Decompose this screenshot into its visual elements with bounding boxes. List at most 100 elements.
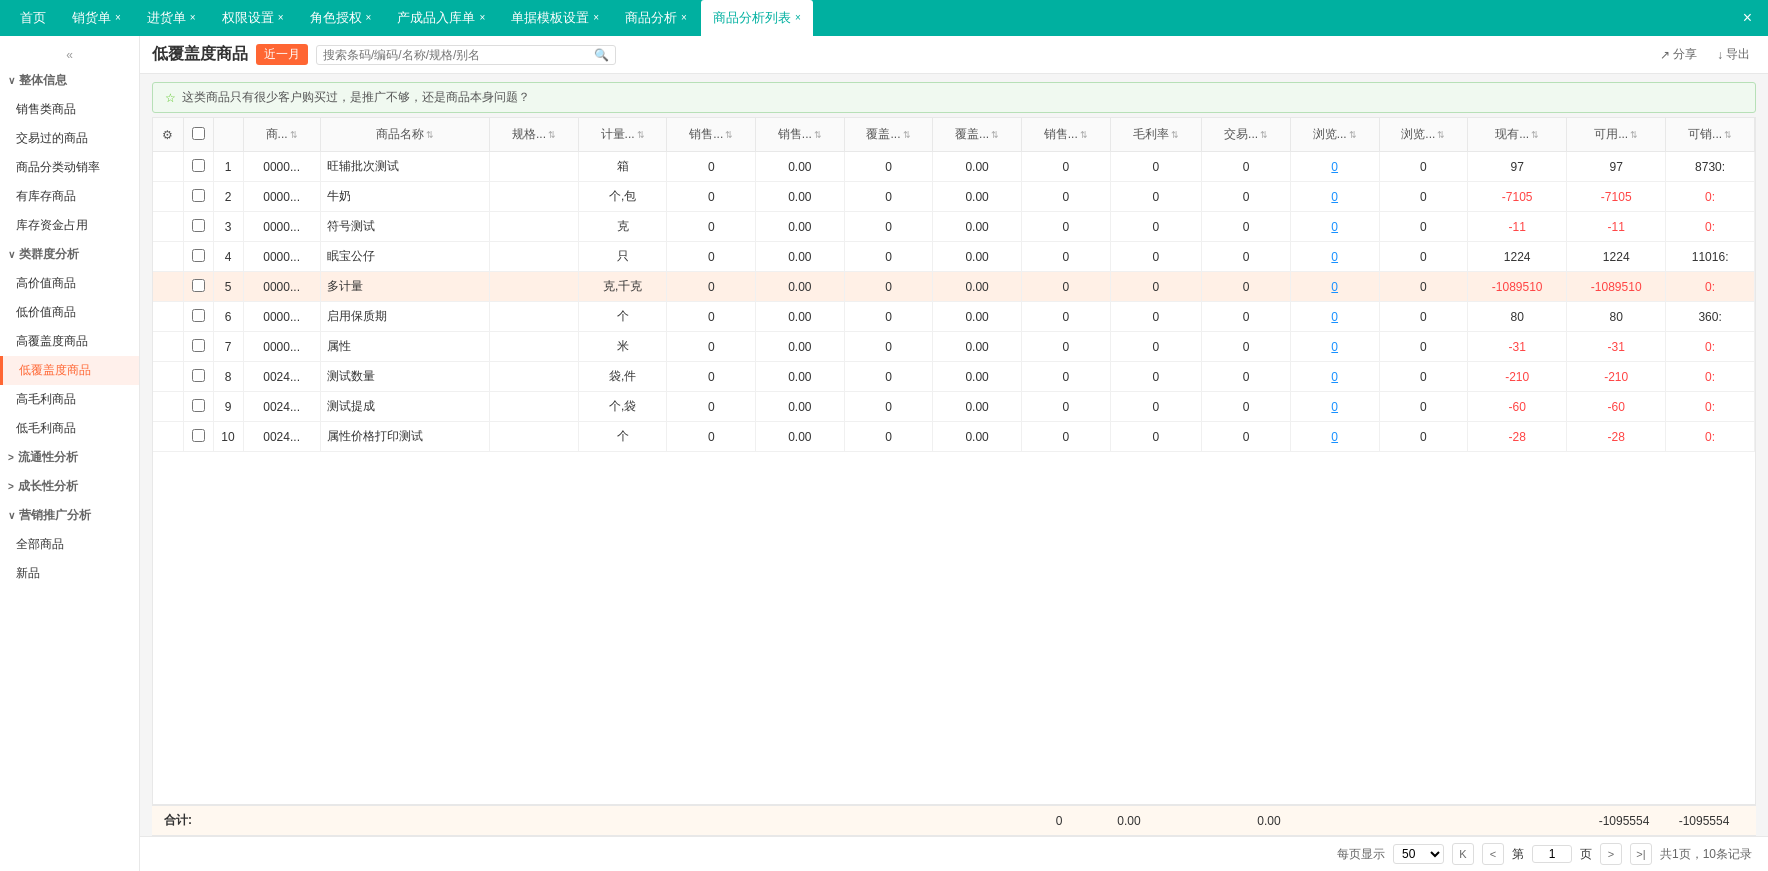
table-cell[interactable] [183,242,213,272]
table-cell: 0 [1202,242,1291,272]
col-trade[interactable]: 交易...⇅ [1202,118,1291,152]
col-browse1[interactable]: 浏览...⇅ [1290,118,1379,152]
col-sales-qty[interactable]: 销售...⇅ [667,118,756,152]
nav-item-template[interactable]: 单据模板设置 × [499,0,611,36]
period-button[interactable]: 近一月 [256,44,308,65]
table-cell: 牛奶 [320,182,489,212]
col-code[interactable]: 商...⇅ [243,118,320,152]
table-cell: 0: [1666,332,1755,362]
nav-close-purchase[interactable]: × [190,0,196,36]
nav-item-analysis-list[interactable]: 商品分析列表 × [701,0,813,36]
sidebar-item-high-coverage[interactable]: 高覆盖度商品 [0,327,139,356]
nav-item-role[interactable]: 角色授权 × [298,0,384,36]
select-all-checkbox[interactable] [192,127,205,140]
table-cell: 0.00 [756,422,845,452]
first-page-button[interactable]: K [1452,843,1474,865]
sidebar-item-high-profit[interactable]: 高毛利商品 [0,385,139,414]
table-cell[interactable] [183,302,213,332]
nav-close-finished[interactable]: × [479,0,485,36]
table-cell[interactable] [183,272,213,302]
sidebar-item-stock-goods[interactable]: 有库存商品 [0,182,139,211]
sidebar-item-sales-goods[interactable]: 销售类商品 [0,95,139,124]
sidebar-collapse-button[interactable]: « [0,44,139,66]
table-cell[interactable] [183,422,213,452]
table-cell: 0.00 [756,362,845,392]
sidebar-item-low-coverage[interactable]: 低覆盖度商品 [0,356,139,385]
sidebar-section-成长性分析[interactable]: >成长性分析 [0,472,139,501]
share-button[interactable]: ↗ 分享 [1654,44,1703,65]
sidebar-item-all-goods[interactable]: 全部商品 [0,530,139,559]
table-cell: 0 [1379,422,1468,452]
table-cell[interactable] [183,152,213,182]
nav-item-finished[interactable]: 产成品入库单 × [385,0,497,36]
col-setting[interactable]: ⚙ [153,118,183,152]
table-cell: 0: [1666,212,1755,242]
nav-close-analysis[interactable]: × [681,0,687,36]
table-cell[interactable] [183,212,213,242]
search-input[interactable] [323,48,590,62]
table-cell[interactable] [183,362,213,392]
table-cell[interactable]: 0 [1290,332,1379,362]
col-name[interactable]: 商品名称⇅ [320,118,489,152]
col-coverage1[interactable]: 覆盖...⇅ [844,118,933,152]
table-cell[interactable]: 0 [1290,182,1379,212]
nav-close-permission[interactable]: × [278,0,284,36]
nav-close-template[interactable]: × [593,0,599,36]
nav-item-sales[interactable]: 销货单 × [60,0,133,36]
nav-close-sales[interactable]: × [115,0,121,36]
nav-item-analysis[interactable]: 商品分析 × [613,0,699,36]
table-cell[interactable]: 0 [1290,242,1379,272]
col-checkbox[interactable] [183,118,213,152]
sidebar-item-category-rate[interactable]: 商品分类动销率 [0,153,139,182]
table-cell: 0 [1110,242,1202,272]
close-all-button[interactable]: × [1735,9,1760,27]
table-cell[interactable] [183,392,213,422]
sidebar-item-traded-goods[interactable]: 交易过的商品 [0,124,139,153]
sidebar-section-整体信息[interactable]: ∨整体信息 [0,66,139,95]
col-spec[interactable]: 规格...⇅ [490,118,579,152]
col-browse2[interactable]: 浏览...⇅ [1379,118,1468,152]
col-available[interactable]: 可用...⇅ [1567,118,1666,152]
sidebar-item-low-profit[interactable]: 低毛利商品 [0,414,139,443]
table-cell[interactable]: 0 [1290,212,1379,242]
nav-item-purchase[interactable]: 进货单 × [135,0,208,36]
nav-item-permission[interactable]: 权限设置 × [210,0,296,36]
table-cell[interactable]: 0 [1290,272,1379,302]
sidebar-section-营销推广分析[interactable]: ∨营销推广分析 [0,501,139,530]
sidebar-item-low-value[interactable]: 低价值商品 [0,298,139,327]
table-cell[interactable]: 0 [1290,422,1379,452]
col-sales-amt[interactable]: 销售...⇅ [756,118,845,152]
next-page-button[interactable]: > [1600,843,1622,865]
sidebar-section-类群度分析[interactable]: ∨类群度分析 [0,240,139,269]
table-cell[interactable] [183,332,213,362]
table-cell: 0.00 [933,242,1022,272]
table-cell[interactable]: 0 [1290,362,1379,392]
nav-item-home[interactable]: 首页 [8,0,58,36]
table-cell[interactable]: 0 [1290,302,1379,332]
col-sellable[interactable]: 可销...⇅ [1666,118,1755,152]
page-number-input[interactable] [1532,845,1572,863]
sidebar-item-stock-fund[interactable]: 库存资金占用 [0,211,139,240]
last-page-button[interactable]: >| [1630,843,1652,865]
table-cell: -11 [1468,212,1567,242]
nav-close-analysis-list[interactable]: × [795,0,801,36]
table-cell: 米 [578,332,667,362]
col-sales-val[interactable]: 销售...⇅ [1021,118,1110,152]
col-coverage2[interactable]: 覆盖...⇅ [933,118,1022,152]
page-unit: 页 [1580,846,1592,863]
col-margin[interactable]: 毛利率⇅ [1110,118,1202,152]
page-size-select[interactable]: 50 20 100 200 [1393,844,1444,864]
table-cell[interactable]: 0 [1290,152,1379,182]
table-cell[interactable]: 0 [1290,392,1379,422]
col-unit[interactable]: 计量...⇅ [578,118,667,152]
search-icon[interactable]: 🔍 [594,48,609,62]
nav-close-role[interactable]: × [366,0,372,36]
table-cell[interactable] [183,182,213,212]
sidebar-item-high-value[interactable]: 高价值商品 [0,269,139,298]
sidebar-section-流通性分析[interactable]: >流通性分析 [0,443,139,472]
prev-page-button[interactable]: < [1482,843,1504,865]
table-cell [153,362,183,392]
sidebar-item-new-goods[interactable]: 新品 [0,559,139,588]
export-button[interactable]: ↓ 导出 [1711,44,1756,65]
col-current[interactable]: 现有...⇅ [1468,118,1567,152]
